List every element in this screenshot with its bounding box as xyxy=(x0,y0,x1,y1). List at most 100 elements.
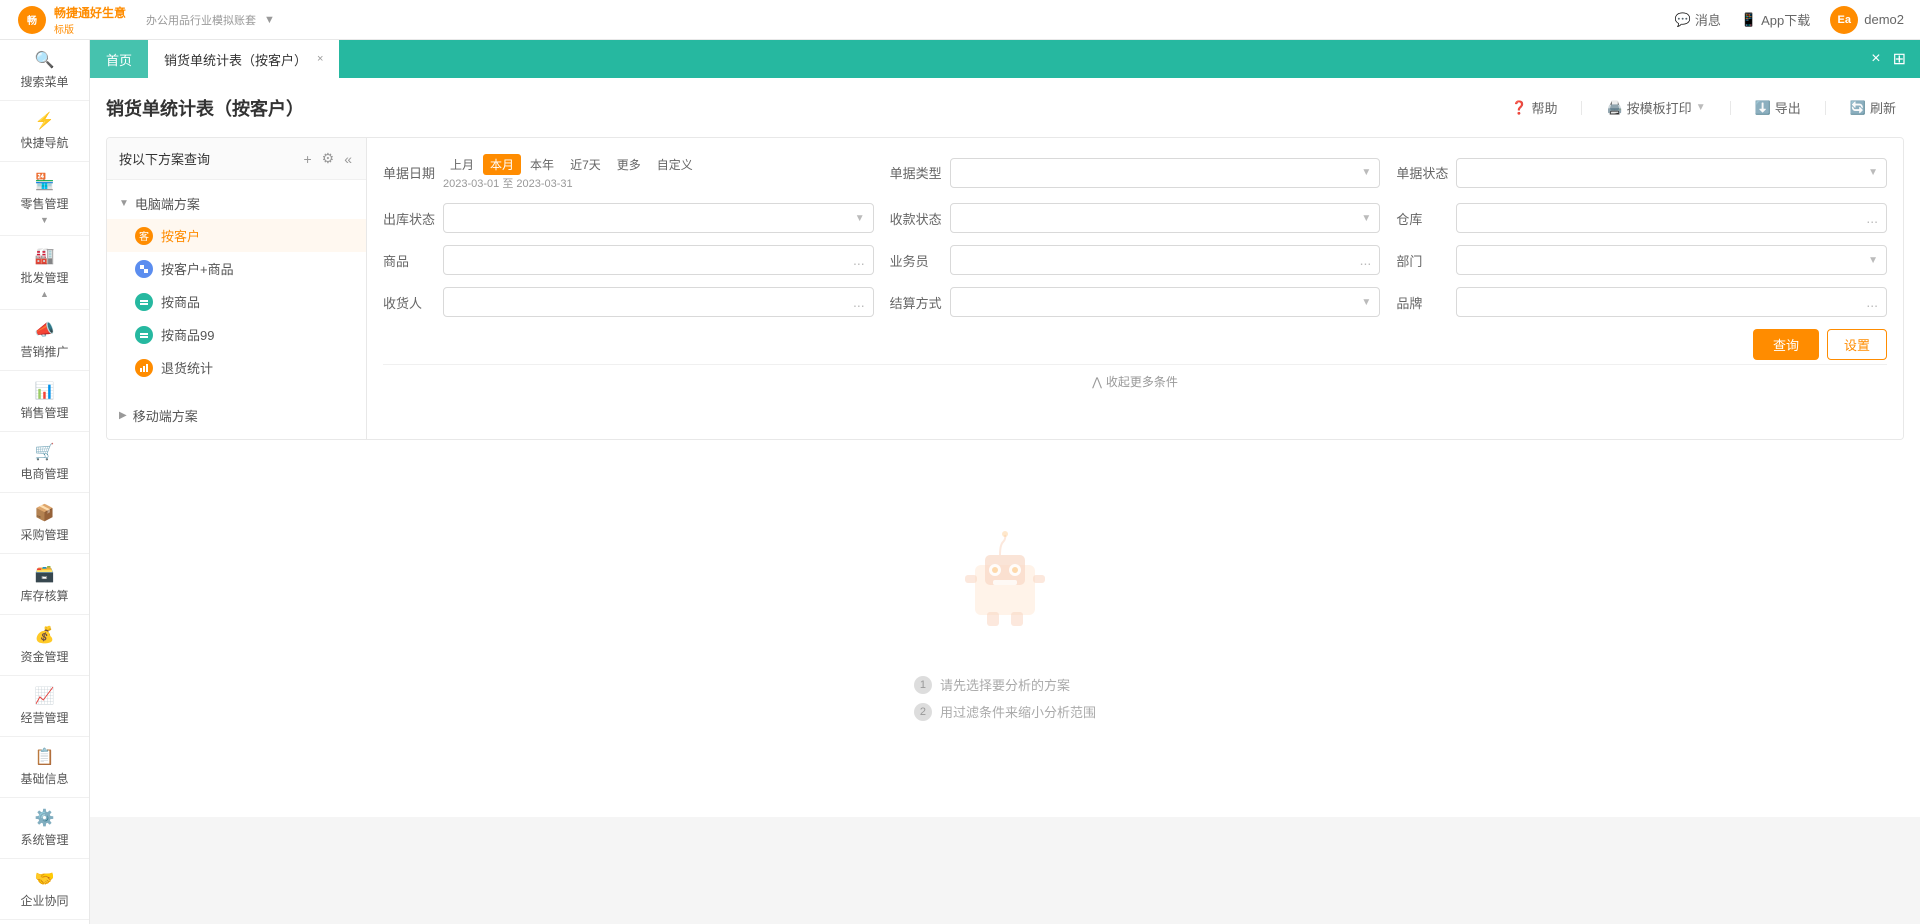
sidebar-item-retail[interactable]: 🏪 零售管理 ▼ xyxy=(0,162,89,236)
sidebar-item-purchase[interactable]: 📦 采购管理 xyxy=(0,493,89,554)
page-actions: ❓ 帮助 🖨️ 按模板打印 ▼ ⬇️ 导出 xyxy=(1503,94,1904,121)
department-select[interactable]: ▼ xyxy=(1456,245,1887,275)
filter-row-3: 商品 ... 业务员 ... xyxy=(383,245,1887,275)
sidebar-item-operations-label: 经营管理 xyxy=(20,709,68,726)
empty-tip-2: 2 用过滤条件来缩小分析范围 xyxy=(914,702,1096,721)
salesperson-input[interactable]: ... xyxy=(950,245,1381,275)
sidebar-item-ecommerce-label: 电商管理 xyxy=(20,465,68,482)
enterprise-icon: 🤝 xyxy=(35,869,55,889)
logo-icon: 畅 xyxy=(16,4,48,36)
date-custom-btn[interactable]: 自定义 xyxy=(650,154,700,175)
by-product-99-label: 按商品99 xyxy=(161,325,214,344)
tab-active[interactable]: 销货单统计表（按客户） × xyxy=(148,40,339,78)
sidebar-item-inventory[interactable]: 🗃️ 库存核算 xyxy=(0,554,89,615)
mobile-scheme-group: ▶ 移动端方案 xyxy=(107,392,366,439)
settlement-dropdown-icon: ▼ xyxy=(1361,297,1371,308)
tab-home[interactable]: 首页 xyxy=(90,40,148,78)
filter-item-salesperson: 业务员 ... xyxy=(890,245,1381,275)
sidebar-item-newbie[interactable]: 🎯 新手引导 xyxy=(0,920,89,924)
tab-min-btn[interactable]: × xyxy=(1865,46,1886,72)
sidebar-item-marketing-label: 营销推广 xyxy=(20,343,68,360)
expand-icon[interactable]: ▼ xyxy=(264,14,275,26)
date-more-btn[interactable]: 更多 xyxy=(610,154,648,175)
collapse-row: ⋀ 收起更多条件 xyxy=(383,364,1887,398)
order-status-select[interactable]: ▼ xyxy=(1456,158,1887,188)
add-scheme-btn[interactable]: + xyxy=(301,149,313,169)
sidebar-item-ecommerce[interactable]: 🛒 电商管理 xyxy=(0,432,89,493)
warehouse-input[interactable]: ... xyxy=(1456,203,1887,233)
print-btn[interactable]: 🖨️ 按模板打印 ▼ xyxy=(1598,94,1713,121)
product-input[interactable]: ... xyxy=(443,245,874,275)
sidebar-item-system[interactable]: ⚙️ 系统管理 xyxy=(0,798,89,859)
scheme-item-return-stats[interactable]: 退货统计 xyxy=(107,351,366,384)
sidebar-item-enterprise-label: 企业协同 xyxy=(20,892,68,909)
filter-item-outbound: 出库状态 ▼ xyxy=(383,203,874,233)
outbound-select[interactable]: ▼ xyxy=(443,203,874,233)
sidebar-item-wholesale[interactable]: 🏭 批发管理 ▲ xyxy=(0,236,89,310)
order-status-dropdown-icon: ▼ xyxy=(1868,167,1878,178)
receipt-select[interactable]: ▼ xyxy=(950,203,1381,233)
app-download-btn[interactable]: 📱 App下载 xyxy=(1741,10,1810,29)
sidebar-item-operations[interactable]: 📈 经营管理 xyxy=(0,676,89,737)
date-this-month-btn[interactable]: 本月 xyxy=(483,154,521,175)
filter-item-department: 部门 ▼ xyxy=(1396,245,1887,275)
filter-row-2: 出库状态 ▼ 收款状态 ▼ xyxy=(383,203,1887,233)
message-btn[interactable]: 💬 消息 xyxy=(1675,10,1721,29)
desktop-group-label: 电脑端方案 xyxy=(135,194,200,213)
sidebar-item-basics[interactable]: 📋 基础信息 xyxy=(0,737,89,798)
sidebar-item-finance[interactable]: 💰 资金管理 xyxy=(0,615,89,676)
export-btn[interactable]: ⬇️ 导出 xyxy=(1747,94,1809,121)
brand-ellipsis-icon: ... xyxy=(1866,294,1878,310)
marketing-icon: 📣 xyxy=(35,320,55,340)
tab-close-btn[interactable]: × xyxy=(317,53,323,65)
filter-item-order-status: 单据状态 ▼ xyxy=(1396,154,1887,191)
recipient-label: 收货人 xyxy=(383,293,435,312)
sidebar-item-shortcuts-label: 快捷导航 xyxy=(20,134,68,151)
sidebar-item-marketing[interactable]: 📣 营销推广 xyxy=(0,310,89,371)
settlement-select[interactable]: ▼ xyxy=(950,287,1381,317)
sidebar-item-system-label: 系统管理 xyxy=(20,831,68,848)
order-type-select[interactable]: ▼ xyxy=(950,158,1381,188)
retail-icon: 🏪 xyxy=(35,172,55,192)
sidebar-item-enterprise[interactable]: 🤝 企业协同 xyxy=(0,859,89,920)
help-btn[interactable]: ❓ 帮助 xyxy=(1503,94,1565,121)
message-icon: 💬 xyxy=(1675,12,1691,28)
mobile-group-header[interactable]: ▶ 移动端方案 xyxy=(107,400,366,431)
scheme-item-by-product[interactable]: 按商品 xyxy=(107,285,366,318)
scheme-item-by-customer-product[interactable]: 按客户+商品 xyxy=(107,252,366,285)
sidebar: 🔍 搜索菜单 ⚡ 快捷导航 🏪 零售管理 ▼ 🏭 批发管理 ▲ 📣 营销推广 📊… xyxy=(0,40,90,924)
date-last-month-btn[interactable]: 上月 xyxy=(443,154,481,175)
sidebar-item-sales[interactable]: 📊 销售管理 xyxy=(0,371,89,432)
warehouse-label: 仓库 xyxy=(1396,209,1448,228)
filter-item-settlement: 结算方式 ▼ xyxy=(890,287,1381,317)
scheme-settings-btn[interactable]: ⚙ xyxy=(320,148,337,169)
scheme-item-by-customer[interactable]: 客 按客户 xyxy=(107,219,366,252)
collapse-icon: ⋀ xyxy=(1092,375,1102,389)
download-icon: 📱 xyxy=(1741,12,1757,28)
by-product-label: 按商品 xyxy=(161,292,200,311)
desktop-scheme-group: ▼ 电脑端方案 客 按客户 xyxy=(107,180,366,392)
desktop-group-header[interactable]: ▼ 电脑端方案 xyxy=(107,188,366,219)
filter-item-date: 单据日期 上月 本月 本年 近7天 更多 自定义 xyxy=(383,154,874,191)
date-last-7days-btn[interactable]: 近7天 xyxy=(563,154,608,175)
settlement-label: 结算方式 xyxy=(890,293,942,312)
date-this-year-btn[interactable]: 本年 xyxy=(523,154,561,175)
settings-btn[interactable]: 设置 xyxy=(1827,329,1887,360)
collapse-btn[interactable]: ⋀ 收起更多条件 xyxy=(1092,373,1178,390)
sidebar-item-search[interactable]: 🔍 搜索菜单 xyxy=(0,40,89,101)
user-menu[interactable]: Ea demo2 xyxy=(1830,6,1904,34)
scheme-item-by-product-99[interactable]: 按商品99 xyxy=(107,318,366,351)
salesperson-label: 业务员 xyxy=(890,251,942,270)
brand-input[interactable]: ... xyxy=(1456,287,1887,317)
query-btn[interactable]: 查询 xyxy=(1753,329,1819,360)
order-status-label: 单据状态 xyxy=(1396,163,1448,182)
search-icon: 🔍 xyxy=(35,50,55,70)
recipient-input[interactable]: ... xyxy=(443,287,874,317)
page-inner: 销货单统计表（按客户） ❓ 帮助 🖨️ 按模板打印 ▼ xyxy=(90,78,1920,817)
refresh-btn[interactable]: 🔄 刷新 xyxy=(1842,94,1904,121)
collapse-panel-btn[interactable]: « xyxy=(342,149,354,169)
tab-max-btn[interactable]: ⊞ xyxy=(1887,45,1912,73)
help-icon: ❓ xyxy=(1511,100,1527,116)
sidebar-item-shortcuts[interactable]: ⚡ 快捷导航 xyxy=(0,101,89,162)
operations-icon: 📈 xyxy=(35,686,55,706)
